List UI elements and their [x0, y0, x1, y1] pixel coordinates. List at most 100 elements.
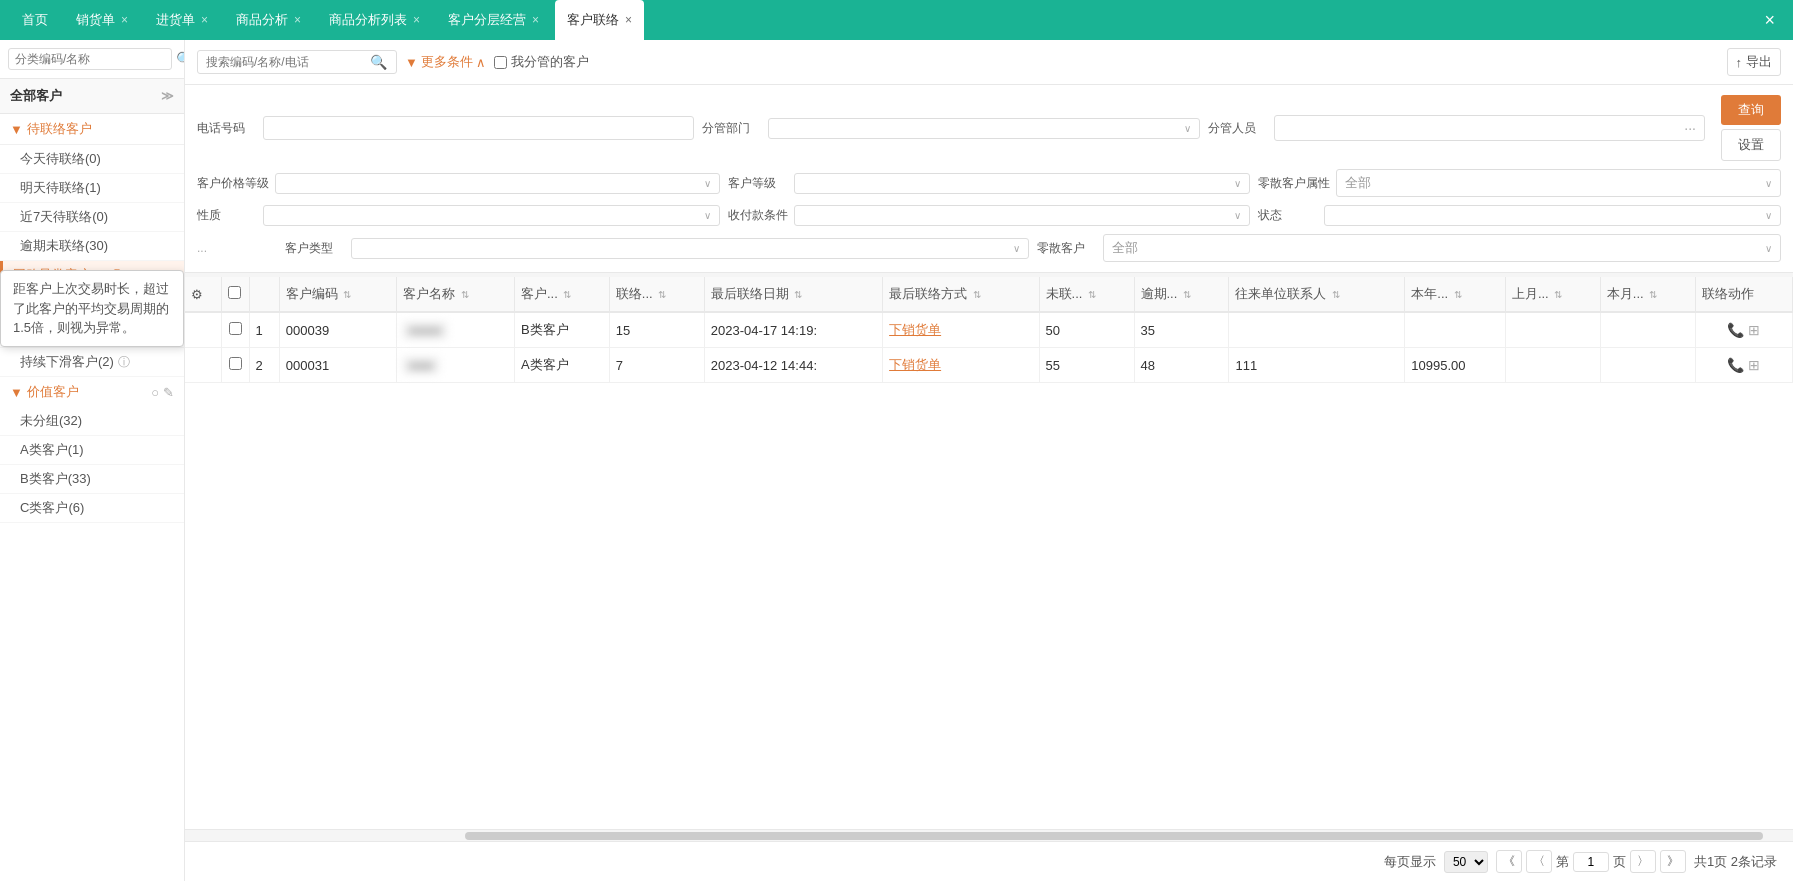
prev-page-button[interactable]: 〈 — [1526, 850, 1552, 873]
row1-last-method[interactable]: 下销货单 — [883, 312, 1039, 348]
pending-contact-group[interactable]: ▼ 待联络客户 — [0, 114, 184, 145]
pagination-nav: 《 〈 第 页 〉 》 — [1496, 850, 1686, 873]
sidebar: 🔍 全部客户 ≫ ▼ 待联络客户 今天待联络(0) 明天待联络(1) 近7天待联… — [0, 40, 185, 881]
col-this-year[interactable]: 本年... ⇅ — [1405, 277, 1506, 312]
customer-type-select[interactable]: ∨ — [351, 238, 1029, 259]
phone-input[interactable] — [263, 116, 694, 140]
search-button[interactable]: 🔍 — [370, 54, 387, 70]
sidebar-search-icon[interactable]: 🔍 — [176, 51, 185, 67]
table-header-row: ⚙ 客户编码 ⇅ 客户名称 ⇅ — [185, 277, 1793, 312]
row2-phone-icon[interactable]: 📞 — [1727, 357, 1744, 373]
sidebar-item-today[interactable]: 今天待联络(0) — [0, 145, 184, 174]
tab-purchase-order[interactable]: 进货单 × — [144, 0, 220, 40]
close-all-button[interactable]: × — [1756, 10, 1783, 31]
circle-icon[interactable]: ○ — [151, 385, 159, 400]
search-input-wrap: 🔍 — [197, 50, 397, 74]
tab-product-analysis-list[interactable]: 商品分析列表 × — [317, 0, 432, 40]
row1-phone-icon[interactable]: 📞 — [1727, 322, 1744, 338]
sidebar-item-7days[interactable]: 近7天待联络(0) — [0, 203, 184, 232]
my-customers-checkbox[interactable] — [494, 56, 507, 69]
export-button[interactable]: ↑ 导出 — [1727, 48, 1782, 76]
col-this-month[interactable]: 本月... ⇅ — [1600, 277, 1695, 312]
col-code[interactable]: 客户编码 ⇅ — [279, 277, 397, 312]
price-grade-chevron-icon: ∨ — [704, 178, 711, 189]
more-conditions-button[interactable]: ▼ 更多条件 ∧ — [405, 53, 486, 71]
payment-select[interactable]: ∨ — [794, 205, 1251, 226]
sidebar-collapse-icon[interactable]: ≫ — [161, 89, 174, 103]
first-page-button[interactable]: 《 — [1496, 850, 1522, 873]
last-page-button[interactable]: 》 — [1660, 850, 1686, 873]
row2-grid-icon[interactable]: ⊞ — [1748, 357, 1760, 373]
staff-select[interactable]: ··· — [1274, 115, 1705, 141]
retail-label: 零散客户 — [1037, 240, 1097, 257]
tab-customer-contact[interactable]: 客户联络 × — [555, 0, 644, 40]
scrollbar-thumb[interactable] — [465, 832, 1763, 840]
col-no — [249, 277, 279, 312]
sidebar-item-c-class[interactable]: C类客户(6) — [0, 494, 184, 523]
horizontal-scrollbar[interactable] — [185, 829, 1793, 841]
close-tab-contact[interactable]: × — [625, 13, 632, 27]
settings-button[interactable]: 设置 — [1721, 129, 1781, 161]
sidebar-item-overdue[interactable]: 逾期未联络(30) — [0, 232, 184, 261]
col-action: 联络动作 — [1695, 277, 1792, 312]
customer-grade-select[interactable]: ∨ — [794, 173, 1251, 194]
last-month-sort-icon: ⇅ — [1554, 289, 1562, 300]
gender-select[interactable]: ∨ — [263, 205, 720, 226]
query-button[interactable]: 查询 — [1721, 95, 1781, 125]
tab-sales-order[interactable]: 销货单 × — [64, 0, 140, 40]
col-overdue[interactable]: 逾期... ⇅ — [1134, 277, 1229, 312]
row2-checkbox[interactable] — [229, 357, 242, 370]
category-sort-icon: ⇅ — [563, 289, 571, 300]
value-customers-group[interactable]: ▼ 价值客户 ○ ✎ — [0, 377, 184, 407]
price-grade-select[interactable]: ∨ — [275, 173, 720, 194]
sidebar-search-input[interactable] — [8, 48, 172, 70]
retail-select[interactable]: 全部 ∨ — [1103, 234, 1781, 262]
customer-type-chevron-icon: ∨ — [1013, 243, 1020, 254]
page-input[interactable] — [1573, 852, 1609, 872]
tab-product-analysis[interactable]: 商品分析 × — [224, 0, 313, 40]
my-customers-checkbox-label[interactable]: 我分管的客户 — [494, 53, 589, 71]
col-not-contacted[interactable]: 未联... ⇅ — [1039, 277, 1134, 312]
row1-code[interactable]: 000039 — [279, 312, 397, 348]
tab-customer-tier[interactable]: 客户分层经营 × — [436, 0, 551, 40]
row1-unit-contact — [1229, 312, 1405, 348]
row1-this-year — [1405, 312, 1506, 348]
close-tab-purchase[interactable]: × — [201, 13, 208, 27]
close-tab-sales[interactable]: × — [121, 13, 128, 27]
sidebar-item-tomorrow[interactable]: 明天待联络(1) — [0, 174, 184, 203]
unit-contact-sort-icon: ⇅ — [1332, 289, 1340, 300]
col-last-month[interactable]: 上月... ⇅ — [1505, 277, 1600, 312]
sidebar-item-continuous-down[interactable]: 持续下滑客户(2) ⓘ — [0, 348, 184, 377]
per-page-select[interactable]: 50 — [1444, 851, 1488, 873]
edit-icon[interactable]: ✎ — [163, 385, 174, 400]
sidebar-item-a-class[interactable]: A类客户(1) — [0, 436, 184, 465]
col-name[interactable]: 客户名称 ⇅ — [397, 277, 515, 312]
next-page-button[interactable]: 〉 — [1630, 850, 1656, 873]
row1-grid-icon[interactable]: ⊞ — [1748, 322, 1760, 338]
col-settings[interactable]: ⚙ — [185, 277, 221, 312]
row1-not-contacted: 50 — [1039, 312, 1134, 348]
sidebar-item-ungroup[interactable]: 未分组(32) — [0, 407, 184, 436]
status-select[interactable]: ∨ — [1324, 205, 1781, 226]
col-unit-contact[interactable]: 往来单位联系人 ⇅ — [1229, 277, 1405, 312]
close-tab-product-analysis[interactable]: × — [294, 13, 301, 27]
col-last-contact-date[interactable]: 最后联络日期 ⇅ — [704, 277, 882, 312]
sidebar-item-b-class[interactable]: B类客户(33) — [0, 465, 184, 494]
tab-home[interactable]: 首页 — [10, 0, 60, 40]
row2-check — [221, 348, 249, 383]
col-category[interactable]: 客户... ⇅ — [514, 277, 609, 312]
select-all-checkbox[interactable] — [228, 286, 241, 299]
row1-checkbox[interactable] — [229, 322, 242, 335]
col-last-contact-method[interactable]: 最后联络方式 ⇅ — [883, 277, 1039, 312]
close-tab-tier[interactable]: × — [532, 13, 539, 27]
all-customers-header[interactable]: 全部客户 ≫ — [0, 79, 184, 114]
retail-attr-select[interactable]: 全部 ∨ — [1336, 169, 1781, 197]
row1-overdue: 35 — [1134, 312, 1229, 348]
row2-code[interactable]: 000031 — [279, 348, 397, 383]
close-tab-product-list[interactable]: × — [413, 13, 420, 27]
more-dots-label: ... — [197, 241, 257, 255]
row2-last-method[interactable]: 下销货单 — [883, 348, 1039, 383]
col-contact[interactable]: 联络... ⇅ — [609, 277, 704, 312]
search-input[interactable] — [206, 55, 366, 69]
dept-select[interactable]: ∨ — [768, 118, 1199, 139]
